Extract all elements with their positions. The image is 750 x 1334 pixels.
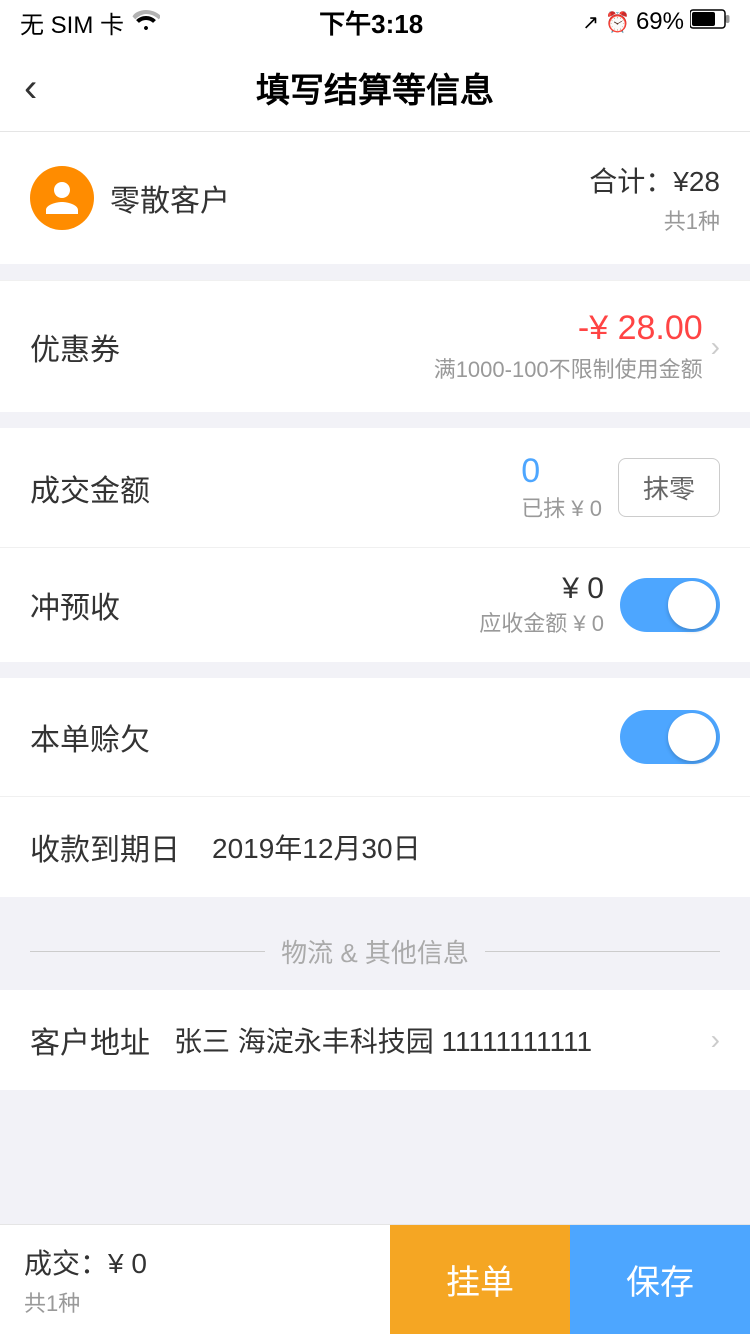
status-left: 无 SIM 卡 (20, 5, 160, 40)
customer-right: 合计：¥28 共1种 (589, 160, 720, 236)
bottom-deal-amount: ¥ 0 (108, 1248, 147, 1279)
back-button[interactable]: ‹ (24, 68, 37, 108)
customer-row: 零散客户 合计：¥28 共1种 (0, 132, 750, 264)
debt-row: 本单赊欠 (0, 678, 750, 796)
transaction-sub: 已抹 ¥ 0 (521, 491, 602, 523)
nav-bar: ‹ 填写结算等信息 (0, 44, 750, 132)
avatar (30, 166, 94, 230)
bottom-bar: 成交：¥ 0 共1种 挂单 保存 (0, 1224, 750, 1334)
status-bar: 无 SIM 卡 下午3:18 ↗ ⏰ 69% (0, 0, 750, 44)
bottom-deal: 成交：¥ 0 (24, 1242, 366, 1282)
coupon-label: 优惠券 (30, 325, 120, 369)
coupon-right: -¥ 28.00 满1000-100不限制使用金额 › (434, 309, 720, 384)
coupon-row[interactable]: 优惠券 -¥ 28.00 满1000-100不限制使用金额 › (0, 280, 750, 412)
logistics-label: 物流 & 其他信息 (265, 933, 485, 970)
hold-button[interactable]: 挂单 (390, 1225, 570, 1334)
battery-label: 69% (636, 8, 684, 36)
bottom-info: 成交：¥ 0 共1种 (0, 1242, 390, 1318)
bottom-deal-label: 成交： (24, 1248, 108, 1279)
debt-toggle[interactable] (620, 710, 720, 764)
toggle-knob (668, 581, 716, 629)
address-chevron-icon: › (711, 1024, 720, 1056)
coupon-description: 满1000-100不限制使用金额 (434, 352, 703, 384)
content-area: 零散客户 合计：¥28 共1种 优惠券 -¥ 28.00 满1000-100不限… (0, 132, 750, 1226)
advance-row: 冲预收 ¥ 0 应收金额 ¥ 0 (0, 548, 750, 662)
coupon-card[interactable]: 优惠券 -¥ 28.00 满1000-100不限制使用金额 › (0, 280, 750, 412)
address-card[interactable]: 客户地址 张三 海淀永丰科技园 11111111111 › (0, 990, 750, 1090)
debt-toggle-knob (668, 713, 716, 761)
due-date-value: 2019年12月30日 (212, 827, 421, 867)
alarm-icon: ⏰ (605, 10, 630, 35)
debt-label: 本单赊欠 (30, 715, 150, 759)
advance-value: ¥ 0 (479, 572, 604, 606)
due-date-label: 收款到期日 (30, 825, 180, 869)
customer-name: 零散客户 (110, 176, 230, 220)
save-button[interactable]: 保存 (570, 1225, 750, 1334)
customer-count: 共1种 (589, 204, 720, 236)
location-icon: ↗ (582, 10, 599, 35)
network-label: 无 SIM 卡 (20, 5, 124, 40)
due-date-row: 收款到期日 2019年12月30日 (0, 796, 750, 897)
transaction-row: 成交金额 0 已抹 ¥ 0 抹零 (0, 428, 750, 548)
customer-card: 零散客户 合计：¥28 共1种 (0, 132, 750, 264)
bottom-buttons: 挂单 保存 (390, 1225, 750, 1334)
debt-card: 本单赊欠 收款到期日 2019年12月30日 (0, 678, 750, 897)
advance-label: 冲预收 (30, 583, 120, 627)
wifi-icon (132, 8, 160, 37)
page-title: 填写结算等信息 (256, 63, 494, 112)
advance-toggle[interactable] (620, 578, 720, 632)
transaction-value: 0 (521, 452, 602, 491)
transaction-card: 成交金额 0 已抹 ¥ 0 抹零 冲预收 ¥ 0 应收金额 ¥ 0 (0, 428, 750, 662)
transaction-label: 成交金额 (30, 466, 150, 510)
advance-sub: 应收金额 ¥ 0 (479, 606, 604, 638)
battery-icon (690, 8, 730, 37)
customer-left: 零散客户 (30, 166, 230, 230)
status-time: 下午3:18 (319, 4, 423, 41)
coupon-chevron-icon: › (711, 331, 720, 363)
round-zero-button[interactable]: 抹零 (618, 458, 720, 517)
customer-total: 合计：¥28 (589, 160, 720, 200)
advance-right: ¥ 0 应收金额 ¥ 0 (479, 572, 720, 638)
transaction-right: 0 已抹 ¥ 0 抹零 (521, 452, 720, 523)
bottom-count: 共1种 (24, 1286, 366, 1318)
logistics-section: 物流 & 其他信息 (0, 913, 750, 990)
address-row[interactable]: 客户地址 张三 海淀永丰科技园 11111111111 › (0, 990, 750, 1090)
coupon-discount: -¥ 28.00 (434, 309, 703, 348)
address-label: 客户地址 (30, 1018, 150, 1062)
address-value: 张三 海淀永丰科技园 11111111111 (174, 1020, 701, 1060)
status-right: ↗ ⏰ 69% (582, 8, 730, 37)
